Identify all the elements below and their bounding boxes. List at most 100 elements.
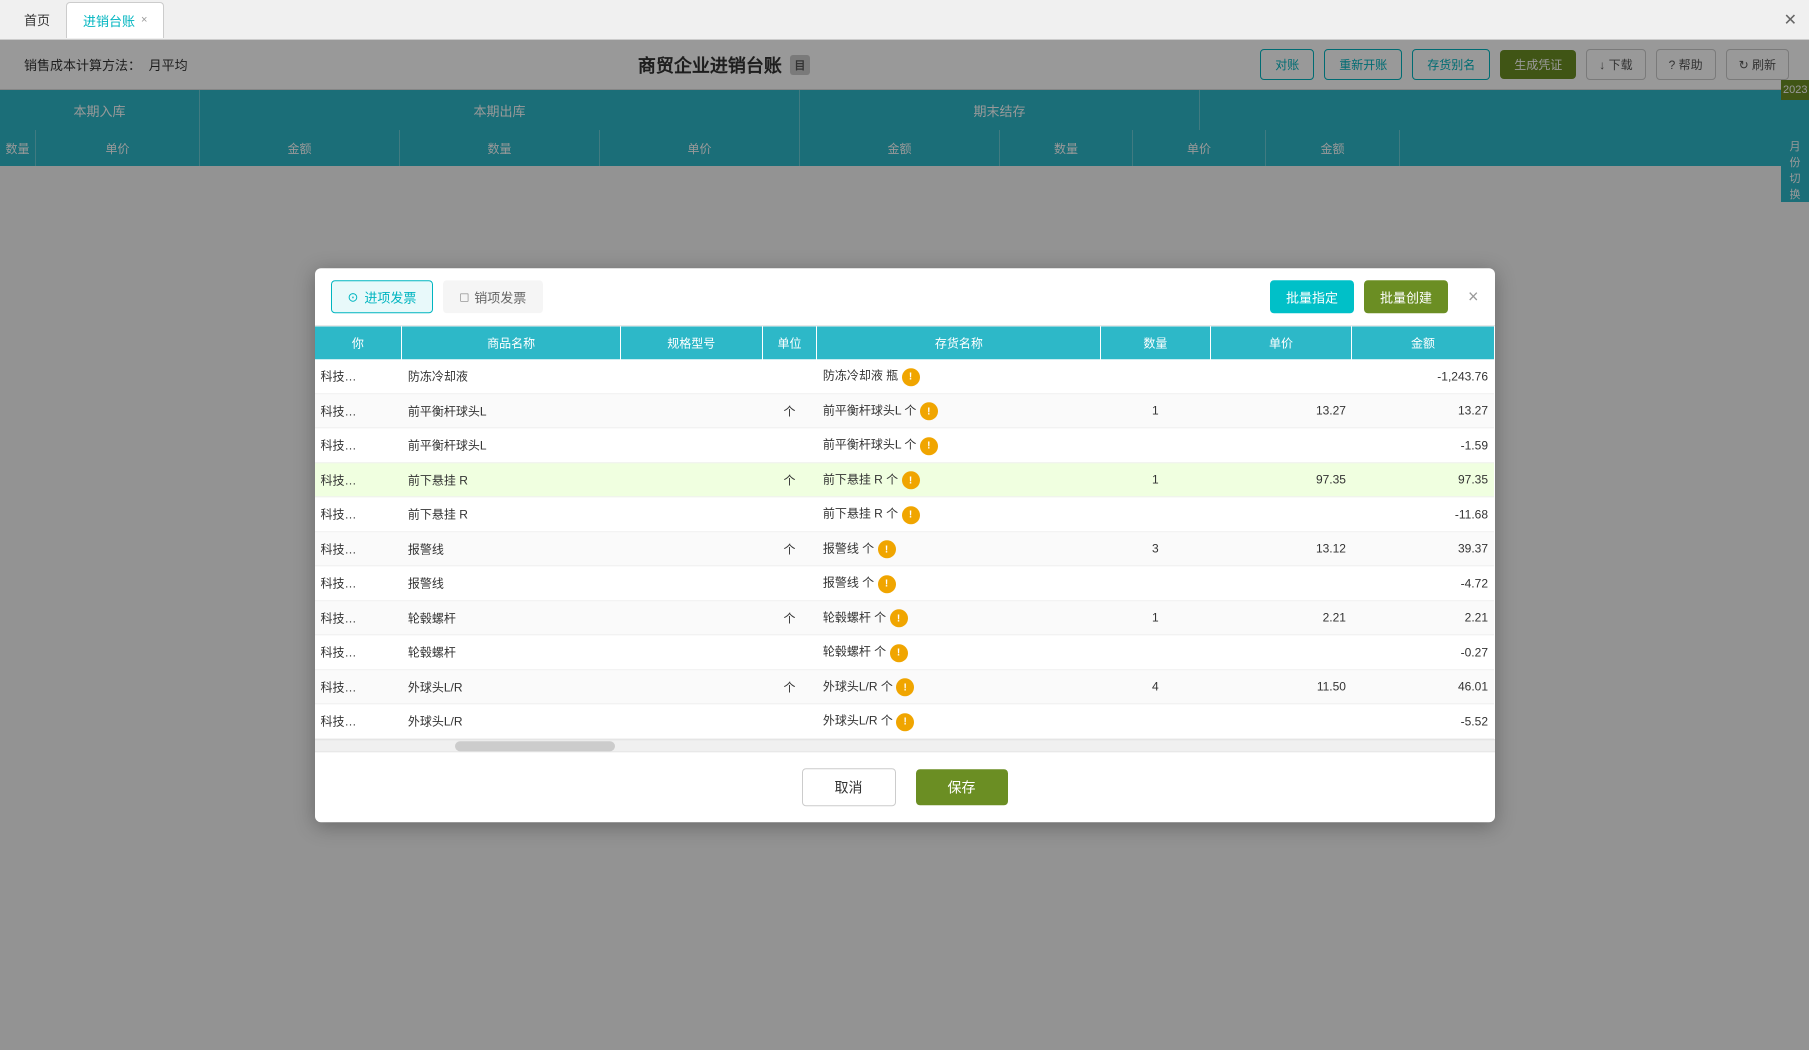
- table-cell-2: [620, 497, 762, 532]
- table-cell-0: 科技…: [315, 531, 402, 566]
- piliang-button[interactable]: 批量创建: [1364, 280, 1448, 313]
- table-row[interactable]: 科技…前下悬挂 R前下悬挂 R 个 !-11.68: [315, 497, 1495, 532]
- cancel-button[interactable]: 取消: [802, 768, 896, 806]
- table-cell-1: 防冻冷却液: [402, 359, 620, 393]
- table-cell-6: [1210, 359, 1352, 393]
- modal-scrollbar[interactable]: [315, 739, 1495, 751]
- warning-icon: !: [902, 471, 920, 489]
- table-cell-3: 个: [762, 393, 817, 428]
- outgoing-tab-icon: □: [460, 289, 468, 304]
- outgoing-tab-label: 销项发票: [474, 287, 526, 306]
- incoming-tab-label: 进项发票: [364, 287, 416, 306]
- table-cell-5: 1: [1101, 393, 1210, 428]
- table-row[interactable]: 科技…轮毂螺杆个轮毂螺杆 个 !12.212.21: [315, 600, 1495, 635]
- table-cell-1: 报警线: [402, 531, 620, 566]
- modal-header-buttons: 批量指定 批量创建: [1270, 280, 1448, 313]
- table-cell-2: [620, 428, 762, 463]
- table-cell-1: 前平衡杆球头L: [402, 428, 620, 463]
- tab-incoming[interactable]: ⊙ 进项发票: [331, 280, 434, 313]
- warning-icon: !: [920, 402, 938, 420]
- amount-cell: 97.35: [1352, 462, 1494, 497]
- incoming-tab-icon: ⊙: [348, 289, 359, 305]
- table-cell-1: 轮毂螺杆: [402, 600, 620, 635]
- table-cell-6: 97.35: [1210, 462, 1352, 497]
- table-cell-6: [1210, 704, 1352, 739]
- table-cell-0: 科技…: [315, 669, 402, 704]
- table-cell-0: 科技…: [315, 704, 402, 739]
- col-header-price: 单价: [1210, 326, 1352, 359]
- amount-cell: 46.01: [1352, 669, 1494, 704]
- table-cell-0: 科技…: [315, 462, 402, 497]
- modal-dialog: ⊙ 进项发票 □ 销项发票 批量指定 批量创建 × 你 商品名称 规格型号: [315, 268, 1495, 822]
- col-header-qty: 数量: [1101, 326, 1210, 359]
- table-cell-1: 外球头L/R: [402, 704, 620, 739]
- modal-scrollbar-thumb[interactable]: [455, 741, 615, 751]
- warning-icon: !: [896, 713, 914, 731]
- table-cell-2: [620, 531, 762, 566]
- table-cell-2: [620, 462, 762, 497]
- table-cell-5: 3: [1101, 531, 1210, 566]
- table-cell-0: 科技…: [315, 600, 402, 635]
- table-cell-5: [1101, 359, 1210, 393]
- warning-icon: !: [902, 368, 920, 386]
- warning-icon: !: [896, 678, 914, 696]
- tab-bar: 首页 进销台账 × ✕: [0, 0, 1809, 40]
- tab-outgoing[interactable]: □ 销项发票: [443, 280, 543, 313]
- table-cell-5: 1: [1101, 600, 1210, 635]
- col-header-spec: 规格型号: [620, 326, 762, 359]
- tab-close-icon[interactable]: ×: [141, 14, 147, 26]
- warning-icon: !: [878, 540, 896, 558]
- table-cell-1: 前下悬挂 R: [402, 462, 620, 497]
- table-cell-2: [620, 635, 762, 670]
- table-cell-2: [620, 600, 762, 635]
- amount-cell: -1,243.76: [1352, 359, 1494, 393]
- table-cell-6: [1210, 497, 1352, 532]
- amount-cell: 13.27: [1352, 393, 1494, 428]
- table-cell-1: 前平衡杆球头L: [402, 393, 620, 428]
- amount-cell: 39.37: [1352, 531, 1494, 566]
- tab-home[interactable]: 首页: [8, 2, 66, 37]
- table-cell-3: [762, 359, 817, 393]
- table-cell-6: 13.27: [1210, 393, 1352, 428]
- table-row[interactable]: 科技…报警线个报警线 个 !313.1239.37: [315, 531, 1495, 566]
- window-close-button[interactable]: ✕: [1784, 10, 1797, 30]
- table-cell-3: 个: [762, 600, 817, 635]
- table-row[interactable]: 科技…前平衡杆球头L前平衡杆球头L 个 !-1.59: [315, 428, 1495, 463]
- table-row[interactable]: 科技…前下悬挂 R个前下悬挂 R 个 !197.3597.35: [315, 462, 1495, 497]
- tab-active[interactable]: 进销台账 ×: [66, 2, 164, 38]
- table-row[interactable]: 科技…前平衡杆球头L个前平衡杆球头L 个 !113.2713.27: [315, 393, 1495, 428]
- pizhi-button[interactable]: 批量指定: [1270, 280, 1354, 313]
- table-row[interactable]: 科技…防冻冷却液防冻冷却液 瓶 !-1,243.76: [315, 359, 1495, 393]
- save-button[interactable]: 保存: [916, 769, 1008, 805]
- amount-cell: -0.27: [1352, 635, 1494, 670]
- modal-close-button[interactable]: ×: [1468, 286, 1479, 307]
- table-cell-0: 科技…: [315, 359, 402, 393]
- modal-footer: 取消 保存: [315, 751, 1495, 822]
- modal-table: 你 商品名称 规格型号 单位 存货名称 数量 单价 金额 科技…防冻冷却液防冻冷…: [315, 326, 1495, 739]
- table-cell-6: 11.50: [1210, 669, 1352, 704]
- col-header-you: 你: [315, 326, 402, 359]
- table-cell-3: 个: [762, 669, 817, 704]
- table-cell-5: [1101, 635, 1210, 670]
- table-cell-6: [1210, 566, 1352, 601]
- table-cell-6: 2.21: [1210, 600, 1352, 635]
- table-cell-5: [1101, 704, 1210, 739]
- table-row[interactable]: 科技…外球头L/R个外球头L/R 个 !411.5046.01: [315, 669, 1495, 704]
- table-row[interactable]: 科技…外球头L/R外球头L/R 个 !-5.52: [315, 704, 1495, 739]
- table-cell-3: [762, 704, 817, 739]
- modal-table-wrap[interactable]: 你 商品名称 规格型号 单位 存货名称 数量 单价 金额 科技…防冻冷却液防冻冷…: [315, 326, 1495, 739]
- table-cell-0: 科技…: [315, 566, 402, 601]
- table-cell-2: [620, 704, 762, 739]
- table-row[interactable]: 科技…轮毂螺杆轮毂螺杆 个 !-0.27: [315, 635, 1495, 670]
- table-cell-6: 13.12: [1210, 531, 1352, 566]
- tab-active-label: 进销台账: [83, 11, 135, 30]
- table-row[interactable]: 科技…报警线报警线 个 !-4.72: [315, 566, 1495, 601]
- table-cell-3: [762, 635, 817, 670]
- amount-cell: -1.59: [1352, 428, 1494, 463]
- table-cell-5: [1101, 566, 1210, 601]
- table-cell-3: [762, 497, 817, 532]
- table-cell-1: 外球头L/R: [402, 669, 620, 704]
- table-cell-2: [620, 669, 762, 704]
- amount-cell: -5.52: [1352, 704, 1494, 739]
- table-cell-0: 科技…: [315, 635, 402, 670]
